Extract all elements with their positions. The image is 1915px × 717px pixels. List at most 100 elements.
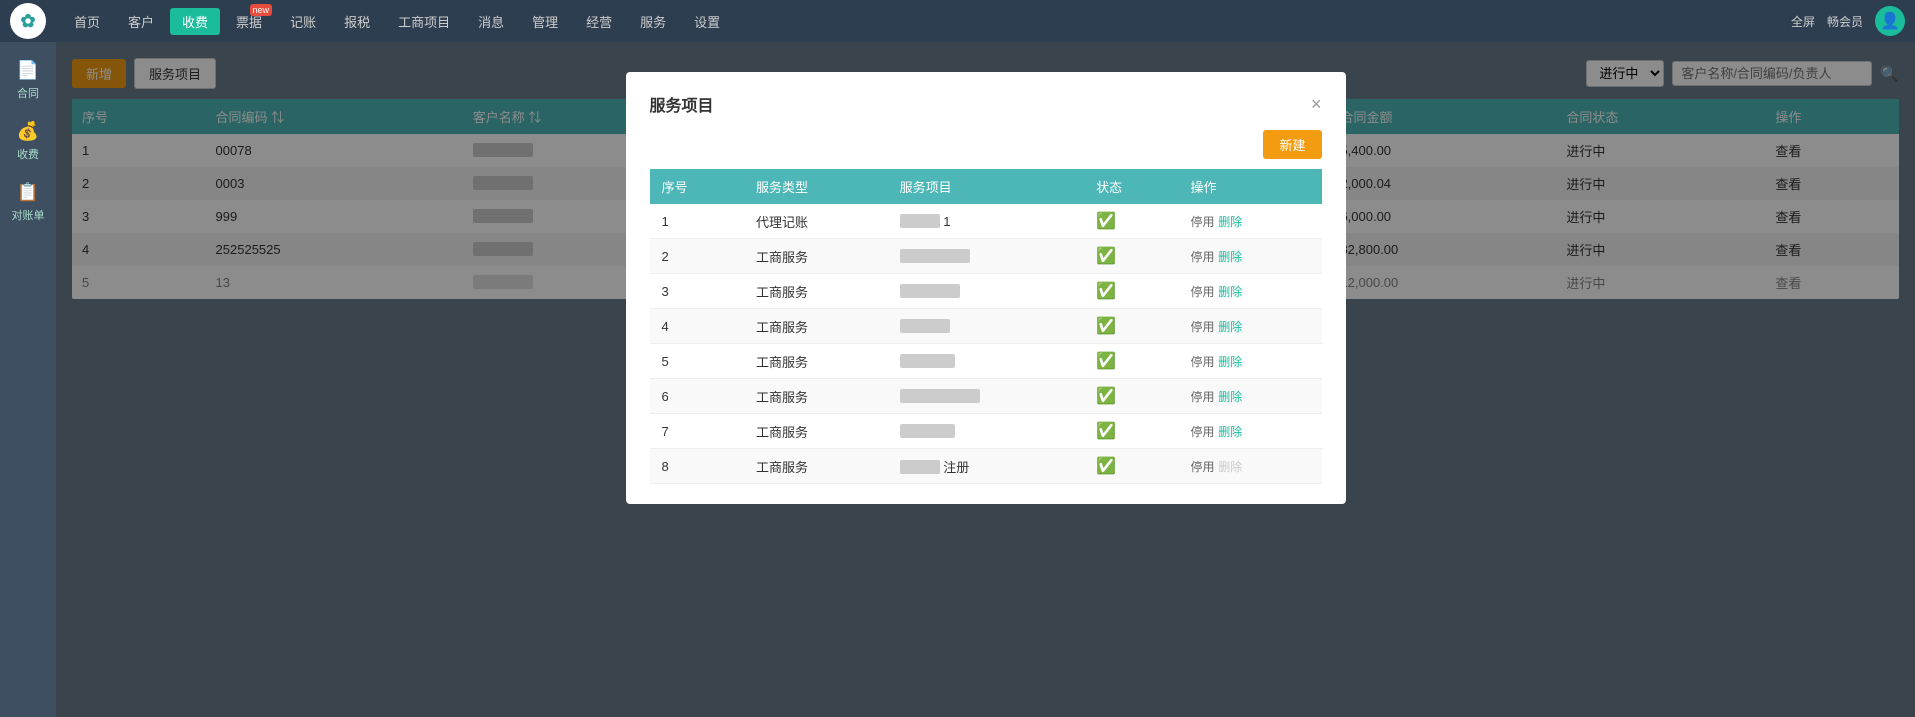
mcell-item: [888, 344, 1084, 379]
mcell-type: 工商服务: [744, 414, 888, 449]
content-area: 新增 服务项目 进行中 已结束 全部 🔍 序号 合同编码 ⇅ 客户名称: [56, 42, 1915, 717]
mcell-status: ✅: [1084, 344, 1178, 379]
nav-tax[interactable]: 报税: [332, 8, 382, 35]
mcell-seq: 7: [650, 414, 744, 449]
modal-title: 服务项目: [650, 92, 714, 116]
fee-icon: 💰: [17, 121, 39, 142]
modal-table-row: 8 工商服务 注册 ✅ 停用 删除: [650, 449, 1322, 484]
mcell-action: 停用 删除: [1179, 344, 1322, 379]
sidebar-item-statement[interactable]: 📋 对账单: [3, 174, 53, 231]
mth-seq: 序号: [650, 169, 744, 204]
stop-button[interactable]: 停用: [1191, 353, 1215, 370]
membership-label[interactable]: 畅会员: [1827, 13, 1863, 30]
mcell-item: [888, 379, 1084, 414]
modal-table-row: 4 工商服务 ✅ 停用 删除: [650, 309, 1322, 344]
app-logo: ✿: [10, 3, 46, 39]
mcell-action: 停用 删除: [1179, 239, 1322, 274]
nav-accounting[interactable]: 记账: [278, 8, 328, 35]
modal-new-button[interactable]: 新建: [1263, 130, 1321, 159]
right-tools: 全屏 畅会员 👤: [1791, 6, 1905, 36]
sidebar-item-fee[interactable]: 💰 收费: [3, 113, 53, 170]
mth-status: 状态: [1084, 169, 1178, 204]
nav-invoice[interactable]: 票据 new: [224, 8, 274, 35]
nav-settings[interactable]: 设置: [682, 8, 732, 35]
delete-button[interactable]: 删除: [1218, 248, 1242, 265]
mcell-status: ✅: [1084, 309, 1178, 344]
mcell-action: 停用 删除: [1179, 309, 1322, 344]
mcell-status: ✅: [1084, 274, 1178, 309]
modal-table-wrap[interactable]: 序号 服务类型 服务项目 状态 操作 1 代理记账 1: [650, 169, 1322, 484]
mcell-type: 工商服务: [744, 274, 888, 309]
modal-header: 服务项目 ×: [650, 92, 1322, 116]
stop-button[interactable]: 停用: [1191, 248, 1215, 265]
stop-button[interactable]: 停用: [1191, 283, 1215, 300]
mcell-seq: 1: [650, 204, 744, 239]
mcell-item: [888, 274, 1084, 309]
nav-fee[interactable]: 收费: [170, 8, 220, 35]
mcell-item: [888, 239, 1084, 274]
contract-icon: 📄: [17, 60, 39, 81]
nav-message[interactable]: 消息: [466, 8, 516, 35]
mcell-type: 工商服务: [744, 379, 888, 414]
mcell-status: ✅: [1084, 414, 1178, 449]
main-layout: 📄 合同 💰 收费 📋 对账单 新增 服务项目 进行中 已结束 全部 🔍: [0, 42, 1915, 717]
delete-button[interactable]: 删除: [1218, 458, 1242, 475]
mcell-action: 停用 删除: [1179, 414, 1322, 449]
stop-button[interactable]: 停用: [1191, 458, 1215, 475]
nav-industrial[interactable]: 工商项目: [386, 8, 462, 35]
delete-button[interactable]: 删除: [1218, 283, 1242, 300]
mcell-status: ✅: [1084, 239, 1178, 274]
modal-overlay: 服务项目 × 新建 序号 服务类型 服务项目 状态: [56, 42, 1915, 717]
top-navigation: ✿ 首页 客户 收费 票据 new 记账 报税 工商项目 消息 管理 经营 服务…: [0, 0, 1915, 42]
mcell-status: ✅: [1084, 379, 1178, 414]
stop-button[interactable]: 停用: [1191, 423, 1215, 440]
avatar[interactable]: 👤: [1875, 6, 1905, 36]
modal-table-header: 序号 服务类型 服务项目 状态 操作: [650, 169, 1322, 204]
nav-management[interactable]: 管理: [520, 8, 570, 35]
sidebar-item-contract-label: 合同: [17, 85, 39, 101]
delete-button[interactable]: 删除: [1218, 318, 1242, 335]
mcell-action: 停用 删除: [1179, 379, 1322, 414]
mcell-action: 停用 删除: [1179, 449, 1322, 484]
stop-button[interactable]: 停用: [1191, 213, 1215, 230]
sidebar-item-fee-label: 收费: [17, 146, 39, 162]
mcell-seq: 6: [650, 379, 744, 414]
mcell-type: 工商服务: [744, 239, 888, 274]
delete-button[interactable]: 删除: [1218, 423, 1242, 440]
statement-icon: 📋: [17, 182, 39, 203]
mcell-item: [888, 414, 1084, 449]
sidebar-item-contract[interactable]: 📄 合同: [3, 52, 53, 109]
modal-table-row: 3 工商服务 ✅ 停用 删除: [650, 274, 1322, 309]
mcell-seq: 5: [650, 344, 744, 379]
mcell-type: 工商服务: [744, 309, 888, 344]
mcell-seq: 4: [650, 309, 744, 344]
mcell-type: 工商服务: [744, 344, 888, 379]
stop-button[interactable]: 停用: [1191, 388, 1215, 405]
nav-customer[interactable]: 客户: [116, 8, 166, 35]
modal-table-row: 1 代理记账 1 ✅ 停用 删除: [650, 204, 1322, 239]
sidebar: 📄 合同 💰 收费 📋 对账单: [0, 42, 56, 717]
delete-button[interactable]: 删除: [1218, 388, 1242, 405]
mcell-type: 工商服务: [744, 449, 888, 484]
fullscreen-label[interactable]: 全屏: [1791, 13, 1815, 30]
nav-operation[interactable]: 经营: [574, 8, 624, 35]
delete-button[interactable]: 删除: [1218, 213, 1242, 230]
mcell-item: [888, 309, 1084, 344]
delete-button[interactable]: 删除: [1218, 353, 1242, 370]
mcell-action: 停用 删除: [1179, 204, 1322, 239]
modal-table: 序号 服务类型 服务项目 状态 操作 1 代理记账 1: [650, 169, 1322, 484]
stop-button[interactable]: 停用: [1191, 318, 1215, 335]
service-modal: 服务项目 × 新建 序号 服务类型 服务项目 状态: [626, 72, 1346, 504]
mcell-status: ✅: [1084, 204, 1178, 239]
mcell-item: 1: [888, 204, 1084, 239]
nav-home[interactable]: 首页: [62, 8, 112, 35]
modal-table-row: 2 工商服务 ✅ 停用 删除: [650, 239, 1322, 274]
modal-close-button[interactable]: ×: [1311, 94, 1322, 115]
mcell-action: 停用 删除: [1179, 274, 1322, 309]
mcell-type: 代理记账: [744, 204, 888, 239]
mth-action: 操作: [1179, 169, 1322, 204]
mcell-seq: 3: [650, 274, 744, 309]
mth-type: 服务类型: [744, 169, 888, 204]
nav-service[interactable]: 服务: [628, 8, 678, 35]
modal-table-row: 5 工商服务 ✅ 停用 删除: [650, 344, 1322, 379]
